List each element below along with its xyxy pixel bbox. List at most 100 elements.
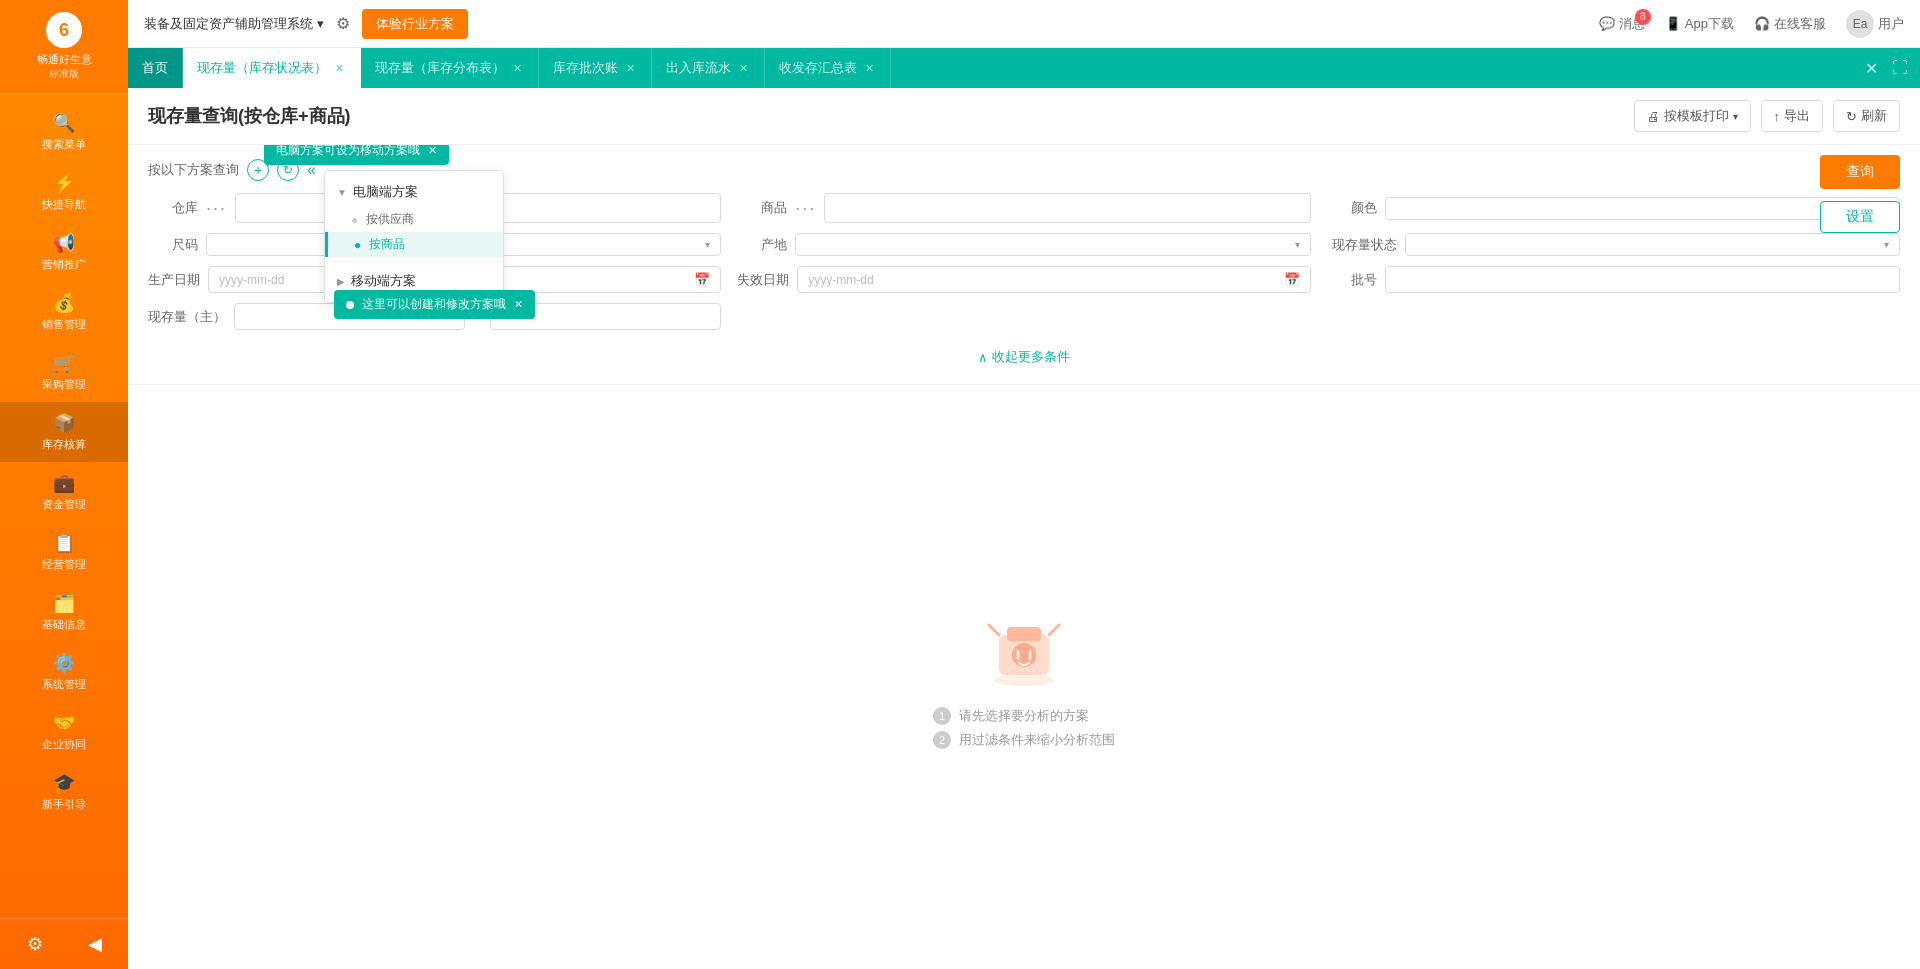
schema-mobile-arrow: ▶ bbox=[337, 276, 345, 287]
filter-field-color: 颜色 ▾ bbox=[1327, 197, 1900, 220]
header-right: 💬 消息 8 📱 App下载 🎧 在线客服 Ea 用户 bbox=[1599, 10, 1904, 38]
enterprise-icon: 🤝 bbox=[53, 712, 75, 734]
tooltip-schema-close[interactable]: ✕ bbox=[514, 298, 523, 311]
tab-maximize-icon[interactable]: ⛶ bbox=[1888, 55, 1912, 81]
tab-delivery-summary[interactable]: 收发存汇总表 ✕ bbox=[765, 48, 891, 88]
sidebar-item-sales[interactable]: 💰 销售管理 bbox=[0, 282, 128, 342]
collapse-btn[interactable]: ∧ 收起更多条件 bbox=[148, 340, 1900, 370]
message-action[interactable]: 💬 消息 8 bbox=[1599, 15, 1645, 33]
trial-button[interactable]: 体验行业方案 bbox=[362, 9, 468, 39]
empty-state: 1 请先选择要分析的方案 2 用过滤条件来缩小分析范围 bbox=[128, 385, 1920, 969]
schema-desktop-arrow: ▼ bbox=[337, 187, 347, 198]
schema-item-product[interactable]: ● 按商品 bbox=[325, 232, 503, 257]
filter-area: 按以下方案查询 + ↻ « 电脑方案可设为移动方案哦 ✕ bbox=[128, 145, 1920, 385]
tab-close-all-icon[interactable]: ✕ bbox=[1861, 55, 1882, 82]
tab-bar-actions: ✕ ⛶ bbox=[1853, 48, 1920, 88]
sidebar: 6 畅通好生意 标准版 🔍 搜索菜单 ⚡ 快捷导航 📢 营销推广 💰 销售管理 … bbox=[0, 0, 128, 969]
settings-icon[interactable]: ⚙ bbox=[336, 14, 350, 33]
reset-button[interactable]: 设置 bbox=[1820, 201, 1900, 233]
exp-date-label: 失效日期 bbox=[737, 271, 789, 289]
status-select[interactable]: ▾ bbox=[1405, 233, 1900, 256]
sidebar-logo: 6 畅通好生意 标准版 bbox=[0, 0, 128, 94]
status-select-arrow: ▾ bbox=[1884, 239, 1889, 250]
svg-line-7 bbox=[1049, 625, 1059, 635]
tooltip-arrow-bubble: 电脑方案可设为移动方案哦 ✕ bbox=[264, 145, 449, 165]
online-support-label: 在线客服 bbox=[1774, 15, 1826, 33]
tooltip-schema-text: 这里可以创建和修改方案哦 bbox=[362, 296, 506, 313]
tab-inout-flow-close[interactable]: ✕ bbox=[737, 60, 750, 77]
filter-field-exp-date: 失效日期 yyyy-mm-dd 📅 bbox=[737, 266, 1310, 293]
tab-batch-ledger-close[interactable]: ✕ bbox=[624, 60, 637, 77]
user-action[interactable]: Ea 用户 bbox=[1846, 10, 1904, 38]
sidebar-item-purchase[interactable]: 🛒 采购管理 bbox=[0, 342, 128, 402]
tooltip-arrow-close[interactable]: ✕ bbox=[428, 145, 437, 157]
print-button[interactable]: 🖨 按模板打印 ▾ bbox=[1634, 100, 1751, 132]
prod-date-calendar-icon[interactable]: 📅 bbox=[694, 272, 710, 287]
logo-icon: 6 bbox=[46, 12, 82, 48]
exp-date-input[interactable]: yyyy-mm-dd 📅 bbox=[797, 266, 1310, 293]
tab-batch-ledger-label: 库存批次账 bbox=[553, 59, 618, 77]
origin-select[interactable]: ▾ bbox=[795, 233, 1310, 256]
sidebar-settings-btn[interactable]: ⚙ bbox=[23, 929, 47, 959]
sidebar-item-enterprise[interactable]: 🤝 企业协同 bbox=[0, 702, 128, 762]
tab-batch-ledger[interactable]: 库存批次账 ✕ bbox=[539, 48, 652, 88]
sidebar-item-quick[interactable]: ⚡ 快捷导航 bbox=[0, 162, 128, 222]
sidebar-item-marketing[interactable]: 📢 营销推广 bbox=[0, 222, 128, 282]
filter-label: 按以下方案查询 bbox=[148, 161, 239, 179]
tab-inventory-dist-close[interactable]: ✕ bbox=[511, 60, 524, 77]
export-icon: ↑ bbox=[1774, 109, 1781, 124]
warehouse-label: 仓库 bbox=[148, 199, 198, 217]
tip-num-2: 2 bbox=[933, 731, 951, 749]
finance-icon: 💼 bbox=[53, 472, 75, 494]
refresh-button[interactable]: ↻ 刷新 bbox=[1833, 100, 1900, 132]
filter-field-batch: 批号 bbox=[1327, 266, 1900, 293]
refresh-icon: ↻ bbox=[1846, 109, 1857, 124]
message-icon: 💬 bbox=[1599, 16, 1615, 31]
product-dots[interactable]: ··· bbox=[795, 198, 816, 219]
system-selector[interactable]: 装备及固定资产辅助管理系统 ▾ bbox=[144, 15, 324, 33]
main-area: 装备及固定资产辅助管理系统 ▾ ⚙ 体验行业方案 💬 消息 8 📱 App下载 … bbox=[128, 0, 1920, 969]
product-input[interactable] bbox=[824, 193, 1310, 223]
sidebar-collapse-btn[interactable]: ◀ bbox=[84, 929, 106, 959]
exp-date-calendar-icon[interactable]: 📅 bbox=[1284, 272, 1300, 287]
svg-rect-2 bbox=[1007, 627, 1041, 641]
print-label: 按模板打印 bbox=[1664, 107, 1729, 125]
schema-item-supplier[interactable]: ● 按供应商 bbox=[325, 207, 503, 232]
tab-inventory-status[interactable]: 现存量（库存状况表） ✕ bbox=[183, 48, 361, 88]
tab-inout-flow[interactable]: 出入库流水 ✕ bbox=[652, 48, 765, 88]
tab-home[interactable]: 首页 bbox=[128, 48, 183, 88]
prod-date-label: 生产日期 bbox=[148, 271, 200, 289]
export-button[interactable]: ↑ 导出 bbox=[1761, 100, 1824, 132]
sidebar-item-system[interactable]: ⚙️ 系统管理 bbox=[0, 642, 128, 702]
sidebar-item-search[interactable]: 🔍 搜索菜单 bbox=[0, 102, 128, 162]
batch-input[interactable] bbox=[1385, 266, 1900, 293]
exp-date-placeholder: yyyy-mm-dd bbox=[808, 273, 873, 287]
content-wrapper: 按以下方案查询 + ↻ « 电脑方案可设为移动方案哦 ✕ bbox=[128, 145, 1920, 969]
sidebar-item-operations[interactable]: 📋 经营管理 bbox=[0, 522, 128, 582]
page-title: 现存量查询(按仓库+商品) bbox=[148, 104, 351, 128]
search-button[interactable]: 查询 bbox=[1820, 155, 1900, 189]
warehouse-dots[interactable]: ··· bbox=[206, 198, 227, 219]
sidebar-item-guide[interactable]: 🎓 新手引导 bbox=[0, 762, 128, 822]
tab-delivery-summary-close[interactable]: ✕ bbox=[863, 60, 876, 77]
headset-icon: 🎧 bbox=[1754, 16, 1770, 31]
sidebar-item-base[interactable]: 🗂️ 基础信息 bbox=[0, 582, 128, 642]
user-avatar: Ea bbox=[1846, 10, 1874, 38]
app-download-action[interactable]: 📱 App下载 bbox=[1665, 15, 1734, 33]
schema-desktop-section[interactable]: ▼ 电脑端方案 bbox=[325, 177, 503, 207]
tab-inventory-status-close[interactable]: ✕ bbox=[333, 60, 346, 77]
empty-tips: 1 请先选择要分析的方案 2 用过滤条件来缩小分析范围 bbox=[933, 707, 1115, 749]
sidebar-item-finance[interactable]: 💼 资金管理 bbox=[0, 462, 128, 522]
batch-label: 批号 bbox=[1327, 271, 1377, 289]
schema-dot-2: ● bbox=[354, 238, 361, 252]
schema-panel: ▼ 电脑端方案 ● 按供应商 ● 按商品 bbox=[324, 170, 504, 303]
tab-inventory-dist[interactable]: 现存量（库存分布表） ✕ bbox=[361, 48, 539, 88]
qty-label: 现存量（主） bbox=[148, 308, 226, 326]
schema-mobile-label: 移动端方案 bbox=[351, 272, 416, 290]
product-label: 商品 bbox=[737, 199, 787, 217]
sidebar-item-inventory[interactable]: 📦 库存核算 bbox=[0, 402, 128, 462]
print-dropdown-icon: ▾ bbox=[1733, 111, 1738, 122]
sales-icon: 💰 bbox=[53, 292, 75, 314]
online-support-action[interactable]: 🎧 在线客服 bbox=[1754, 15, 1826, 33]
page-header: 现存量查询(按仓库+商品) 🖨 按模板打印 ▾ ↑ 导出 ↻ 刷新 bbox=[128, 88, 1920, 145]
